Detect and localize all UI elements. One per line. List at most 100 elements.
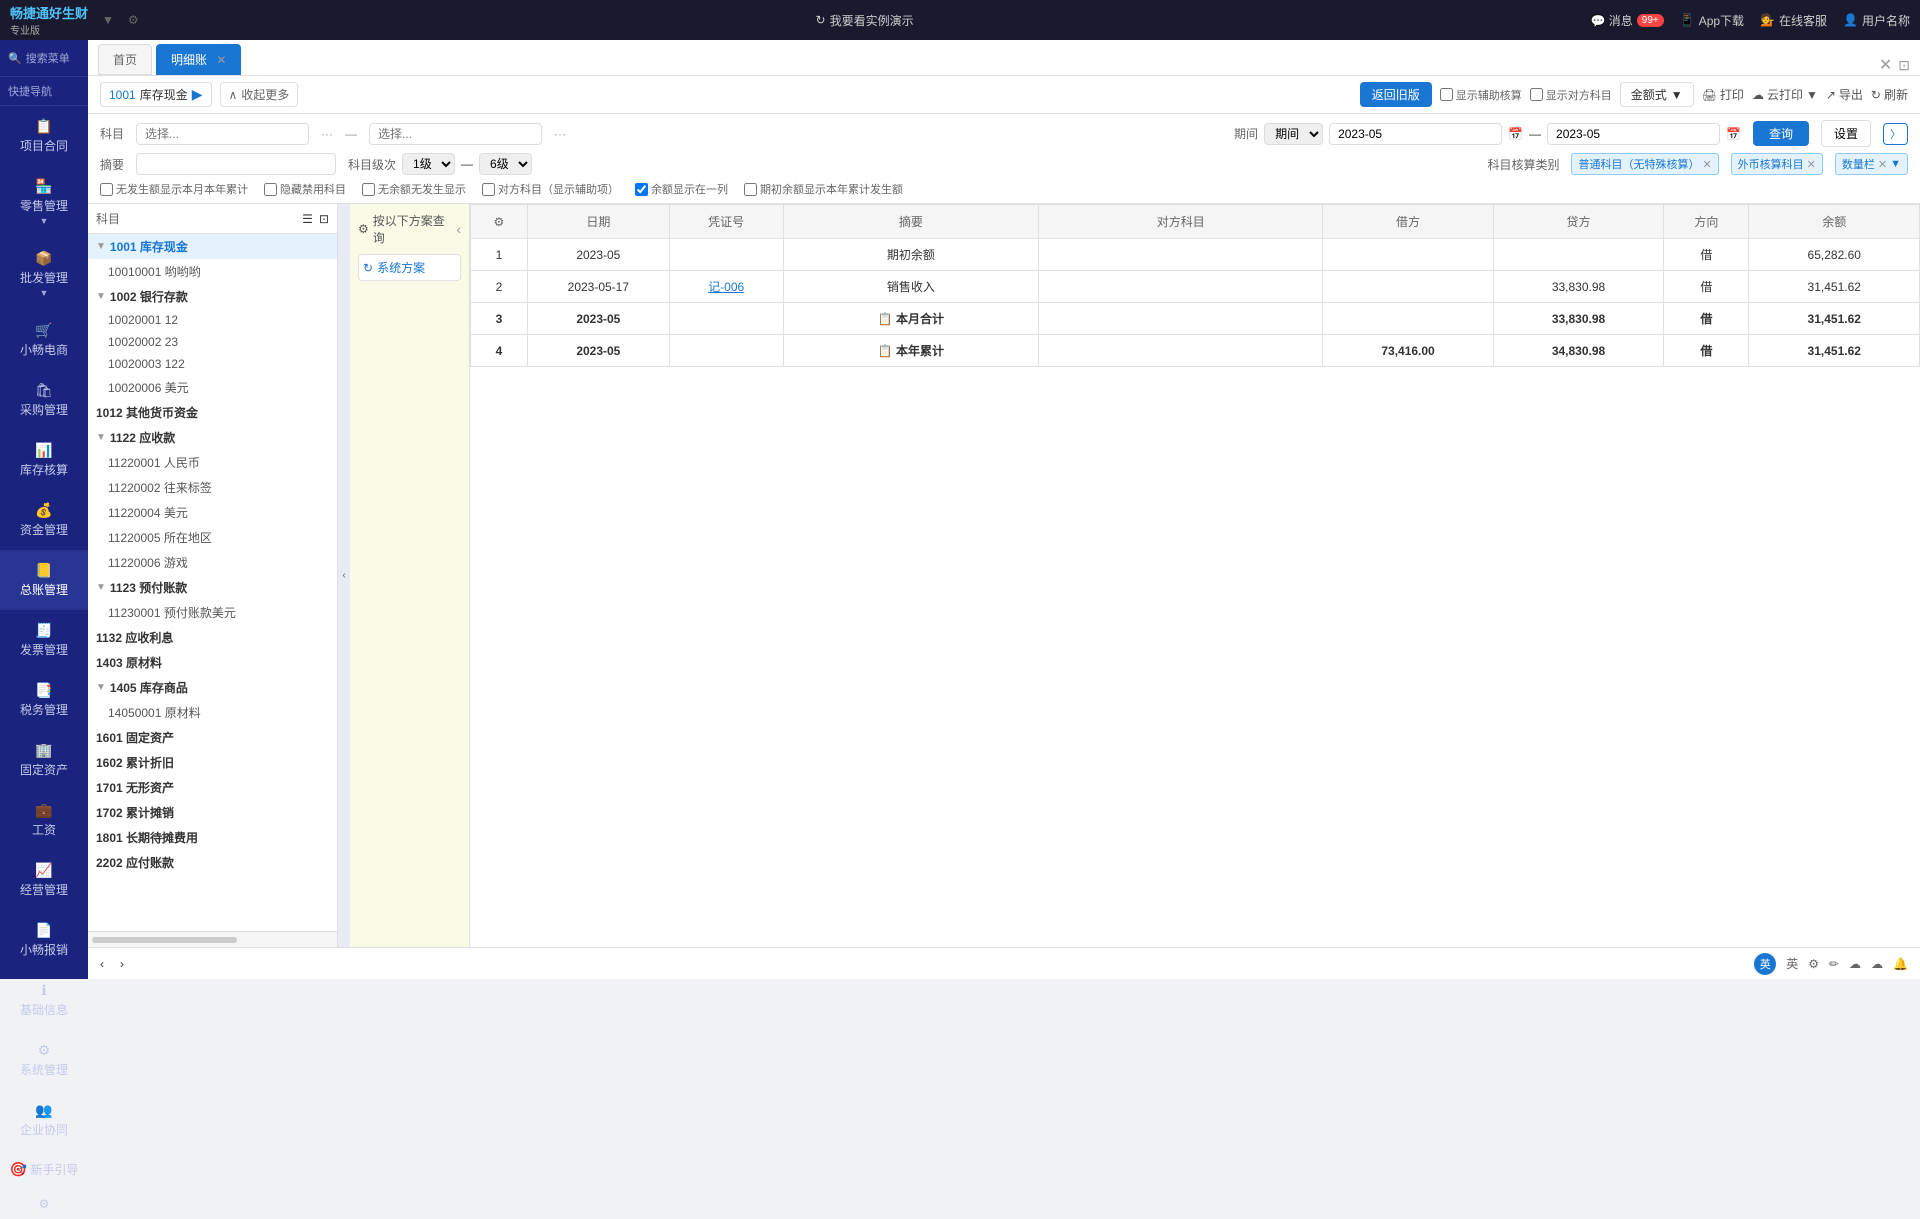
sidebar-item-inventory[interactable]: 📊 库存核算 xyxy=(0,430,88,490)
tree-node-1002[interactable]: ▼ 1002 银行存款 xyxy=(88,284,337,309)
tab-home[interactable]: 首页 xyxy=(98,44,152,75)
sidebar-item-ecommerce[interactable]: 🛒 小畅电商 xyxy=(0,310,88,370)
tree-node-10020002[interactable]: 10020002 23 xyxy=(88,331,337,353)
account-selector[interactable]: 1001 库存现金 ▶ xyxy=(100,82,212,107)
lang-btn[interactable]: 英 xyxy=(1754,953,1776,975)
tree-node-11220005[interactable]: 11220005 所在地区 xyxy=(88,525,337,550)
tag-close-icon2[interactable]: ✕ xyxy=(1807,158,1816,171)
query-scheme-btn[interactable]: ↻ 系统方案 xyxy=(358,254,461,281)
collapse-tree-btn[interactable]: ‹ xyxy=(338,204,350,947)
scroll-left-icon[interactable]: ‹ xyxy=(100,957,104,971)
refresh-btn[interactable]: ↻ 刷新 xyxy=(1871,86,1908,103)
sidebar-item-ledger[interactable]: 📒 总账管理 xyxy=(0,550,88,610)
tree-list-icon[interactable]: ☰ xyxy=(302,212,313,226)
checkbox-balance-col[interactable]: 余额显示在一列 xyxy=(635,181,728,197)
tree-node-11230001[interactable]: 11230001 预付账款美元 xyxy=(88,600,337,625)
tree-hscroll[interactable] xyxy=(88,931,337,947)
tree-node-10020006[interactable]: 10020006 美元 xyxy=(88,375,337,400)
more-options-btn[interactable]: ∧ 收起更多 xyxy=(220,82,299,107)
tree-node-10020001[interactable]: 10020001 12 xyxy=(88,309,337,331)
online-service-btn[interactable]: 💁 在线客服 xyxy=(1760,12,1827,29)
tab-restore-icon[interactable]: ⊡ xyxy=(1898,57,1910,74)
th-counter[interactable]: 对方科目 xyxy=(1039,205,1323,239)
tree-hscroll-thumb[interactable] xyxy=(92,937,237,943)
tree-node-1012[interactable]: 1012 其他货币资金 xyxy=(88,400,337,425)
summary-input[interactable] xyxy=(136,153,336,175)
query-panel-collapse-icon[interactable]: ‹ xyxy=(456,221,461,237)
demo-link[interactable]: ↻ 我要看实例演示 xyxy=(816,12,914,29)
tree-node-1801[interactable]: 1801 长期待摊费用 xyxy=(88,825,337,850)
th-credit[interactable]: 贷方 xyxy=(1493,205,1663,239)
tree-node-1601[interactable]: 1601 固定资产 xyxy=(88,725,337,750)
return-old-btn[interactable]: 返回旧版 xyxy=(1360,82,1432,107)
period-start-input[interactable] xyxy=(1329,123,1502,145)
tree-node-1405[interactable]: ▼ 1405 库存商品 xyxy=(88,675,337,700)
sidebar-item-salary[interactable]: 💼 工资 xyxy=(0,790,88,850)
tree-node-1132[interactable]: 1132 应收利息 xyxy=(88,625,337,650)
th-voucher[interactable]: 凭证号 xyxy=(669,205,783,239)
sidebar-item-corp[interactable]: 👥 企业协同 xyxy=(0,1090,88,1150)
notification-btn[interactable]: 💬 消息 99+ xyxy=(1591,12,1664,29)
tree-node-11220004[interactable]: 11220004 美元 xyxy=(88,500,337,525)
sidebar-item-tax[interactable]: 📑 税务管理 xyxy=(0,670,88,730)
tag-close-icon[interactable]: ✕ xyxy=(1702,158,1711,171)
notification-icon2[interactable]: 🔔 xyxy=(1893,957,1908,971)
tree-node-1403[interactable]: 1403 原材料 xyxy=(88,650,337,675)
sidebar-item-capital[interactable]: 💰 资金管理 xyxy=(0,490,88,550)
edit-icon[interactable]: ✏ xyxy=(1829,957,1839,971)
checkbox-initial-balance[interactable]: 期初余额显示本年累计发生额 xyxy=(744,181,903,197)
settings-btn[interactable]: 设置 xyxy=(1821,120,1871,147)
scroll-right-icon[interactable]: › xyxy=(120,957,124,971)
show-counter-checkbox[interactable]: 显示对方科目 xyxy=(1530,87,1612,103)
tree-node-1122[interactable]: ▼ 1122 应收款 xyxy=(88,425,337,450)
period-type-select[interactable]: 期间 xyxy=(1264,123,1323,145)
checkbox-no-balance[interactable]: 无余额无发生显示 xyxy=(362,181,466,197)
sidebar-item-wholesale[interactable]: 📦 批发管理 ▼ xyxy=(0,238,88,310)
sidebar-search[interactable]: 🔍 搜索菜单 xyxy=(0,40,88,77)
settings-icon3[interactable]: ⚙ xyxy=(1808,957,1819,971)
th-summary[interactable]: 摘要 xyxy=(783,205,1039,239)
cloud-icon[interactable]: ☁ xyxy=(1849,957,1861,971)
tree-node-1602[interactable]: 1602 累计折旧 xyxy=(88,750,337,775)
tag-quantity[interactable]: 数量栏 ✕ ▼ xyxy=(1835,153,1908,175)
sidebar-item-guide[interactable]: 🎯 新手引导 xyxy=(0,1150,88,1188)
sidebar-item-base[interactable]: ℹ 基础信息 xyxy=(0,970,88,1030)
th-direction[interactable]: 方向 xyxy=(1664,205,1749,239)
checkbox-hide-disabled[interactable]: 隐藏禁用科目 xyxy=(264,181,346,197)
checkbox-no-occur[interactable]: 无发生额显示本月本年累计 xyxy=(100,181,248,197)
sidebar-item-project[interactable]: 📋 项目合同 xyxy=(0,106,88,166)
cloud2-icon[interactable]: ☁ xyxy=(1871,957,1883,971)
cloud-print-btn[interactable]: ☁ 云打印 ▼ xyxy=(1752,86,1818,103)
tree-node-1123[interactable]: ▼ 1123 预付账款 xyxy=(88,575,337,600)
th-date[interactable]: 日期 xyxy=(527,205,669,239)
tree-node-11220006[interactable]: 11220006 游戏 xyxy=(88,550,337,575)
sidebar-item-report[interactable]: 📄 小畅报销 xyxy=(0,910,88,970)
app-download-btn[interactable]: 📱 App下载 xyxy=(1680,12,1744,29)
user-avatar[interactable]: 👤 用户名称 xyxy=(1843,12,1910,29)
tag-normal-subject[interactable]: 普通科目（无特殊核算） ✕ xyxy=(1571,153,1718,175)
sidebar-item-invoice[interactable]: 🧾 发票管理 xyxy=(0,610,88,670)
print-btn[interactable]: 🖨 打印 xyxy=(1702,86,1744,103)
tree-node-1701[interactable]: 1701 无形资产 xyxy=(88,775,337,800)
collapse-filter-btn[interactable]: 〉 xyxy=(1883,123,1908,145)
tree-node-11220001[interactable]: 11220001 人民币 xyxy=(88,450,337,475)
export-btn[interactable]: ↗ 导出 xyxy=(1826,86,1863,103)
tree-node-1702[interactable]: 1702 累计摊销 xyxy=(88,800,337,825)
tab-close-icon[interactable]: ✕ xyxy=(216,53,226,67)
sidebar-quick-nav[interactable]: 快捷导航 xyxy=(0,77,88,106)
tag-close-icon3[interactable]: ✕ xyxy=(1878,158,1887,171)
sidebar-settings-btn[interactable]: ⚙ xyxy=(0,1188,88,1219)
tree-node-11220002[interactable]: 11220002 往来标签 xyxy=(88,475,337,500)
tree-node-2202[interactable]: 2202 应付账款 xyxy=(88,850,337,875)
show-helper-checkbox[interactable]: 显示辅助核算 xyxy=(1440,87,1522,103)
settings-icon[interactable]: ⚙ xyxy=(128,13,139,27)
tree-node-10020003[interactable]: 10020003 122 xyxy=(88,353,337,375)
tree-node-10010001[interactable]: 10010001 哟哟哟 xyxy=(88,259,337,284)
style-selector-btn[interactable]: 金额式 ▼ xyxy=(1620,82,1694,107)
tree-expand-icon[interactable]: ⊡ xyxy=(319,212,329,226)
voucher-link[interactable]: 记-006 xyxy=(708,280,744,294)
subject-input[interactable] xyxy=(136,123,309,145)
subject-input2[interactable] xyxy=(369,123,542,145)
tree-node-14050001[interactable]: 14050001 原材料 xyxy=(88,700,337,725)
th-debit[interactable]: 借方 xyxy=(1323,205,1493,239)
